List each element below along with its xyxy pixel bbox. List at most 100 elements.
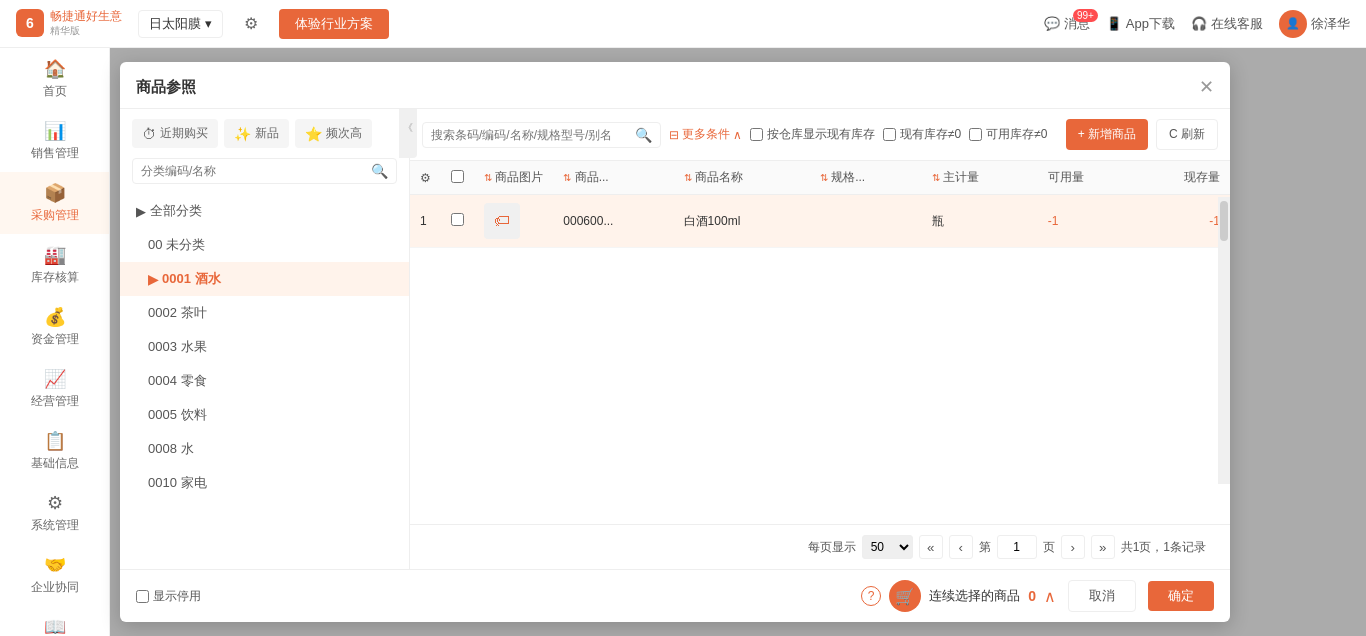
table-row[interactable]: 1 🏷 000600... 白酒100ml 瓶 bbox=[410, 195, 1230, 248]
table-header-row: ⚙ ⇅ 商品图片 ⇅ 商品... bbox=[410, 161, 1230, 195]
modal-title: 商品参照 bbox=[136, 78, 196, 97]
cat-all[interactable]: ▶ 全部分类 bbox=[120, 194, 409, 228]
sidebar-item-operations[interactable]: 📈 经营管理 bbox=[0, 358, 109, 420]
show-disabled-checkbox[interactable] bbox=[136, 590, 149, 603]
cart-collapse-button[interactable]: ∧ bbox=[1044, 587, 1056, 606]
available-nonzero-checkbox[interactable] bbox=[969, 128, 982, 141]
col-unit: ⇅ 主计量 bbox=[922, 161, 1038, 195]
sidebar-item-system[interactable]: ⚙ 系统管理 bbox=[0, 482, 109, 544]
show-disabled-checkbox-label[interactable]: 显示停用 bbox=[136, 588, 201, 605]
per-page-select[interactable]: 50 100 bbox=[862, 535, 913, 559]
refresh-button[interactable]: C 刷新 bbox=[1156, 119, 1218, 150]
cat-liquor-label: 0001 酒水 bbox=[162, 270, 221, 288]
sidebar-item-basics[interactable]: 📋 基础信息 bbox=[0, 420, 109, 482]
modal-close-button[interactable]: ✕ bbox=[1199, 76, 1214, 98]
nonzero-stock-checkbox-label[interactable]: 现有库存≠0 bbox=[883, 126, 961, 143]
sidebar-item-guide[interactable]: 📖 新手引导 bbox=[0, 606, 109, 636]
confirm-button[interactable]: 确定 bbox=[1148, 581, 1214, 611]
cat-tea[interactable]: 0002 茶叶 bbox=[120, 296, 409, 330]
new-product-tab[interactable]: ✨ 新品 bbox=[224, 119, 289, 148]
cancel-button[interactable]: 取消 bbox=[1068, 580, 1136, 612]
star-icon: ⭐ bbox=[305, 126, 322, 142]
logo: 6 畅捷通好生意 精华版 bbox=[16, 9, 126, 37]
sidebar-item-collab[interactable]: 🤝 企业协同 bbox=[0, 544, 109, 606]
add-product-button[interactable]: + 新增商品 bbox=[1066, 119, 1148, 150]
trial-button[interactable]: 体验行业方案 bbox=[279, 9, 389, 39]
category-search-box[interactable]: 🔍 bbox=[132, 158, 397, 184]
cat-fruit-label: 0003 水果 bbox=[148, 338, 207, 356]
messages-button[interactable]: 💬 消息 99+ bbox=[1044, 15, 1090, 33]
sidebar-item-inventory[interactable]: 🏭 库存核算 bbox=[0, 234, 109, 296]
cat-beverage[interactable]: 0005 饮料 bbox=[120, 398, 409, 432]
help-icon[interactable]: ? bbox=[861, 586, 881, 606]
warehouse-stock-checkbox-label[interactable]: 按仓库显示现有库存 bbox=[750, 126, 875, 143]
cart-icon[interactable]: 🛒 bbox=[889, 580, 921, 612]
cat-beverage-label: 0005 饮料 bbox=[148, 406, 207, 424]
select-all-checkbox[interactable] bbox=[451, 170, 464, 183]
store-dropdown[interactable]: 日太阳膜 ▾ bbox=[138, 10, 223, 38]
cat-snack[interactable]: 0004 零食 bbox=[120, 364, 409, 398]
next-page-button[interactable]: › bbox=[1061, 535, 1085, 559]
first-page-button[interactable]: « bbox=[919, 535, 943, 559]
category-list: ▶ 全部分类 00 未分类 ▶ 0001 酒水 0002 茶叶 0003 水果 bbox=[120, 194, 409, 559]
product-actions: + 新增商品 C 刷新 bbox=[1066, 119, 1218, 150]
sidebar-label-operations: 经营管理 bbox=[31, 393, 79, 410]
new-label: 新品 bbox=[255, 125, 279, 142]
category-search-icon[interactable]: 🔍 bbox=[371, 163, 388, 179]
sidebar-item-finance[interactable]: 💰 资金管理 bbox=[0, 296, 109, 358]
col-select bbox=[441, 161, 474, 195]
finance-icon: 💰 bbox=[44, 306, 66, 328]
topbar: 6 畅捷通好生意 精华版 日太阳膜 ▾ ⚙ 体验行业方案 💬 消息 99+ 📱 … bbox=[0, 0, 1366, 48]
cat-appliance[interactable]: 0010 家电 bbox=[120, 466, 409, 500]
product-search-input[interactable] bbox=[431, 128, 631, 142]
col-spec: ⇅ 规格... bbox=[810, 161, 922, 195]
nonzero-stock-checkbox[interactable] bbox=[883, 128, 896, 141]
col-code: ⇅ 商品... bbox=[553, 161, 673, 195]
frequent-tab[interactable]: ⭐ 频次高 bbox=[295, 119, 372, 148]
available-nonzero-checkbox-label[interactable]: 可用库存≠0 bbox=[969, 126, 1047, 143]
row-checkbox[interactable] bbox=[451, 213, 464, 226]
user-menu[interactable]: 👤 徐泽华 bbox=[1279, 10, 1350, 38]
panel-collapse-button[interactable]: 《 bbox=[399, 109, 417, 158]
col-settings[interactable]: ⚙ bbox=[410, 161, 441, 195]
inventory-icon: 🏭 bbox=[44, 244, 66, 266]
product-table: ⚙ ⇅ 商品图片 ⇅ 商品... bbox=[410, 161, 1230, 524]
sidebar-label-sales: 销售管理 bbox=[31, 145, 79, 162]
table-scrollbar-track[interactable] bbox=[1218, 197, 1230, 484]
page-label: 第 bbox=[979, 539, 991, 556]
product-thumbnail: 🏷 bbox=[484, 203, 520, 239]
product-search-box[interactable]: 🔍 bbox=[422, 122, 661, 148]
sidebar-item-sales[interactable]: 📊 销售管理 bbox=[0, 110, 109, 172]
recent-purchase-tab[interactable]: ⏱ 近期购买 bbox=[132, 119, 218, 148]
prev-page-button[interactable]: ‹ bbox=[949, 535, 973, 559]
cell-checkbox[interactable] bbox=[441, 195, 474, 248]
category-search-input[interactable] bbox=[141, 164, 367, 178]
system-icon: ⚙ bbox=[47, 492, 63, 514]
purchase-icon: 📦 bbox=[44, 182, 66, 204]
cat-liquor[interactable]: ▶ 0001 酒水 bbox=[120, 262, 409, 296]
logo-text: 畅捷通好生意 bbox=[50, 9, 122, 23]
cell-name: 白酒100ml bbox=[674, 195, 810, 248]
last-page-button[interactable]: » bbox=[1091, 535, 1115, 559]
online-service-button[interactable]: 🎧 在线客服 bbox=[1191, 15, 1263, 33]
sidebar-item-purchase[interactable]: 📦 采购管理 bbox=[0, 172, 109, 234]
sidebar-label-basics: 基础信息 bbox=[31, 455, 79, 472]
cat-water[interactable]: 0008 水 bbox=[120, 432, 409, 466]
cat-uncategorized[interactable]: 00 未分类 bbox=[120, 228, 409, 262]
product-search-icon[interactable]: 🔍 bbox=[635, 127, 652, 143]
settings-icon[interactable]: ⚙ bbox=[235, 8, 267, 40]
sidebar-label-inventory: 库存核算 bbox=[31, 269, 79, 286]
sidebar-item-home[interactable]: 🏠 首页 bbox=[0, 48, 109, 110]
cat-fruit[interactable]: 0003 水果 bbox=[120, 330, 409, 364]
col-stock: 现存量 bbox=[1134, 161, 1230, 195]
col-image: ⇅ 商品图片 bbox=[474, 161, 553, 195]
operations-icon: 📈 bbox=[44, 368, 66, 390]
sort-code-icon: ⇅ bbox=[563, 172, 571, 183]
warehouse-stock-checkbox[interactable] bbox=[750, 128, 763, 141]
sort-spec-icon: ⇅ bbox=[820, 172, 828, 183]
app-download-button[interactable]: 📱 App下载 bbox=[1106, 15, 1175, 33]
sort-img-icon: ⇅ bbox=[484, 172, 492, 183]
more-filter-button[interactable]: ⊟ 更多条件 ∧ bbox=[669, 126, 742, 143]
modal-footer: 显示停用 ? 🛒 连续选择的商品 0 ∧ 取消 确定 bbox=[120, 569, 1230, 622]
page-number-input[interactable] bbox=[997, 535, 1037, 559]
